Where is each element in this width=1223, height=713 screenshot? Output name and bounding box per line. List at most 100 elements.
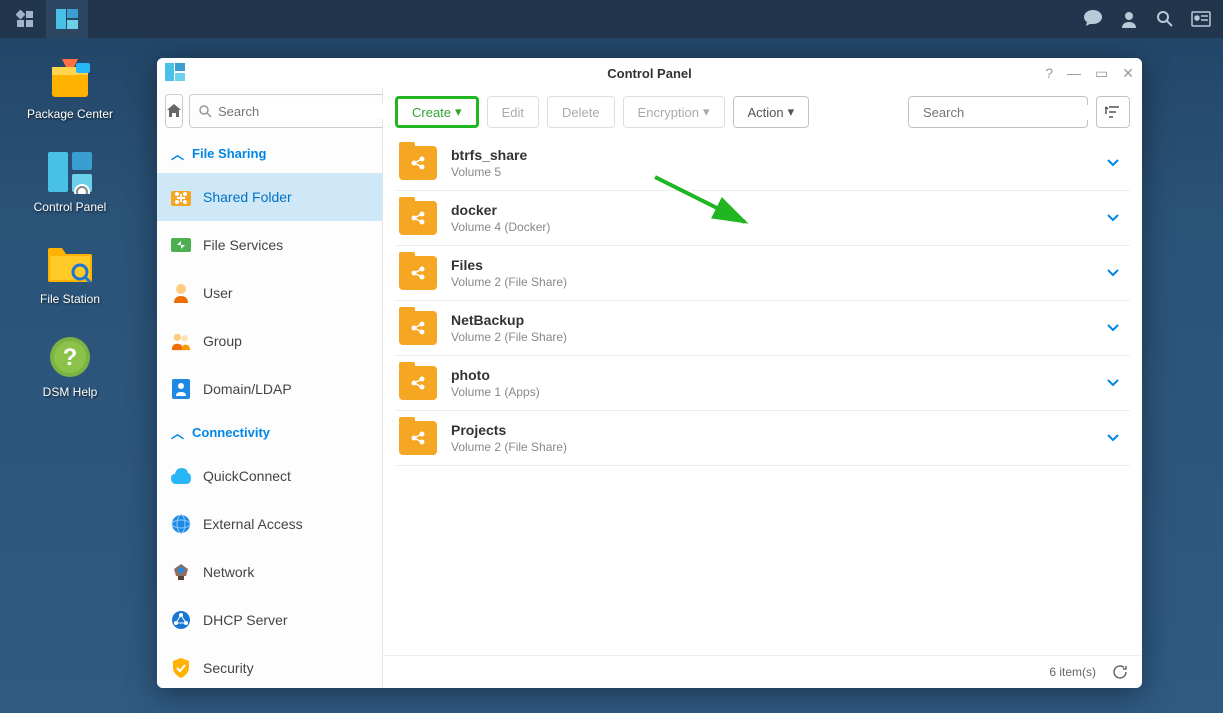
edit-button[interactable]: Edit xyxy=(487,96,539,128)
sidebar-item-user[interactable]: User xyxy=(157,269,382,317)
folder-sub: Volume 2 (File Share) xyxy=(451,440,1100,454)
desktop-icon-dsm-help[interactable]: ? DSM Help xyxy=(20,333,120,401)
share-folder-icon xyxy=(399,421,437,455)
caret-down-icon: ▾ xyxy=(703,104,710,120)
share-folder-icon xyxy=(399,311,437,345)
section-connectivity-header[interactable]: ︿ Connectivity xyxy=(157,413,382,452)
sidebar-item-label: Security xyxy=(203,660,254,676)
sidebar-item-label: External Access xyxy=(203,516,303,532)
chevron-down-icon[interactable] xyxy=(1100,213,1126,223)
folder-list: btrfs_share Volume 5 docker Volume 4 (Dock… xyxy=(383,136,1142,655)
sidebar-item-network[interactable]: Network xyxy=(157,548,382,596)
folder-row[interactable]: Files Volume 2 (File Share) xyxy=(395,246,1130,301)
notifications-icon[interactable] xyxy=(1075,0,1111,38)
folder-name: Projects xyxy=(451,422,1100,438)
toolbar-search-input[interactable] xyxy=(923,105,1099,120)
security-icon xyxy=(171,658,191,678)
chevron-down-icon[interactable] xyxy=(1100,433,1126,443)
share-folder-icon xyxy=(399,366,437,400)
sidebar-item-shared-folder[interactable]: Shared Folder xyxy=(157,173,382,221)
chevron-down-icon[interactable] xyxy=(1100,268,1126,278)
section-label: File Sharing xyxy=(192,146,266,161)
sidebar-item-label: User xyxy=(203,285,233,301)
folder-row[interactable]: docker Volume 4 (Docker) xyxy=(395,191,1130,246)
window-icon xyxy=(165,63,185,83)
create-button[interactable]: Create▾ xyxy=(395,96,479,128)
sidebar-item-label: File Services xyxy=(203,237,283,253)
main-content: Create▾ Edit Delete Encryption ▾ Action … xyxy=(383,88,1142,688)
sidebar-item-security[interactable]: Security xyxy=(157,644,382,688)
sidebar-item-label: Group xyxy=(203,333,242,349)
action-button[interactable]: Action ▾ xyxy=(733,96,810,128)
sidebar: ︿ File Sharing Shared Folder File Servic… xyxy=(157,88,383,688)
search-icon[interactable] xyxy=(1147,0,1183,38)
folder-row[interactable]: Projects Volume 2 (File Share) xyxy=(395,411,1130,466)
file-services-icon xyxy=(171,235,191,255)
item-count: 6 item(s) xyxy=(1049,665,1096,679)
caret-down-icon: ▾ xyxy=(788,104,795,120)
chevron-down-icon[interactable] xyxy=(1100,158,1126,168)
external-access-icon xyxy=(171,514,191,534)
refresh-button[interactable] xyxy=(1112,664,1128,680)
share-folder-icon xyxy=(399,146,437,180)
sidebar-item-group[interactable]: Group xyxy=(157,317,382,365)
folder-sub: Volume 2 (File Share) xyxy=(451,275,1100,289)
section-file-sharing-header[interactable]: ︿ File Sharing xyxy=(157,134,382,173)
svg-text:?: ? xyxy=(63,344,78,371)
control-panel-window: Control Panel ? — ▭ ✕ ︿ File Sharing xyxy=(157,58,1142,688)
maximize-button[interactable]: ▭ xyxy=(1095,65,1108,82)
domain-ldap-icon xyxy=(171,379,191,399)
home-button[interactable] xyxy=(165,94,183,128)
desktop-icons: Package Center Control Panel File Statio… xyxy=(20,55,120,400)
group-icon xyxy=(171,331,191,351)
sort-button[interactable] xyxy=(1096,96,1130,128)
sidebar-item-external-access[interactable]: External Access xyxy=(157,500,382,548)
help-button[interactable]: ? xyxy=(1045,65,1053,82)
control-panel-icon xyxy=(46,148,94,196)
encryption-button[interactable]: Encryption ▾ xyxy=(623,96,725,128)
sidebar-search[interactable] xyxy=(189,94,403,128)
start-menu-button[interactable] xyxy=(4,0,46,38)
sidebar-item-dhcp-server[interactable]: DHCP Server xyxy=(157,596,382,644)
sidebar-item-label: Network xyxy=(203,564,254,580)
folder-name: NetBackup xyxy=(451,312,1100,328)
widgets-icon[interactable] xyxy=(1183,0,1219,38)
toolbar-search[interactable] xyxy=(908,96,1088,128)
sidebar-item-quickconnect[interactable]: QuickConnect xyxy=(157,452,382,500)
taskbar-app-control-panel[interactable] xyxy=(46,0,88,38)
folder-name: docker xyxy=(451,202,1100,218)
folder-sub: Volume 1 (Apps) xyxy=(451,385,1100,399)
sidebar-search-input[interactable] xyxy=(218,104,394,119)
network-icon xyxy=(171,562,191,582)
shared-folder-icon xyxy=(171,187,191,207)
minimize-button[interactable]: — xyxy=(1067,65,1081,82)
window-header[interactable]: Control Panel ? — ▭ ✕ xyxy=(157,58,1142,88)
delete-button[interactable]: Delete xyxy=(547,96,615,128)
sidebar-item-label: QuickConnect xyxy=(203,468,291,484)
user-icon[interactable] xyxy=(1111,0,1147,38)
sidebar-item-label: Shared Folder xyxy=(203,189,292,205)
sidebar-item-domain-ldap[interactable]: Domain/LDAP xyxy=(157,365,382,413)
sidebar-item-file-services[interactable]: File Services xyxy=(157,221,382,269)
sidebar-item-label: Domain/LDAP xyxy=(203,381,292,397)
dhcp-server-icon xyxy=(171,610,191,630)
folder-row[interactable]: photo Volume 1 (Apps) xyxy=(395,356,1130,411)
footer: 6 item(s) xyxy=(383,655,1142,688)
folder-name: Files xyxy=(451,257,1100,273)
desktop-icon-package-center[interactable]: Package Center xyxy=(20,55,120,123)
chevron-down-icon[interactable] xyxy=(1100,378,1126,388)
folder-sub: Volume 4 (Docker) xyxy=(451,220,1100,234)
desktop-icon-control-panel[interactable]: Control Panel xyxy=(20,148,120,216)
folder-name: photo xyxy=(451,367,1100,383)
desktop-icon-file-station[interactable]: File Station xyxy=(20,240,120,308)
close-button[interactable]: ✕ xyxy=(1122,65,1134,82)
caret-down-icon: ▾ xyxy=(455,104,462,120)
window-title: Control Panel xyxy=(157,66,1142,81)
chevron-down-icon[interactable] xyxy=(1100,323,1126,333)
taskbar xyxy=(0,0,1223,38)
folder-sub: Volume 5 xyxy=(451,165,1100,179)
quickconnect-icon xyxy=(171,466,191,486)
folder-name: btrfs_share xyxy=(451,147,1100,163)
folder-row[interactable]: NetBackupVolume 2 (File Share) xyxy=(395,301,1130,356)
folder-row[interactable]: btrfs_share Volume 5 xyxy=(395,136,1130,191)
